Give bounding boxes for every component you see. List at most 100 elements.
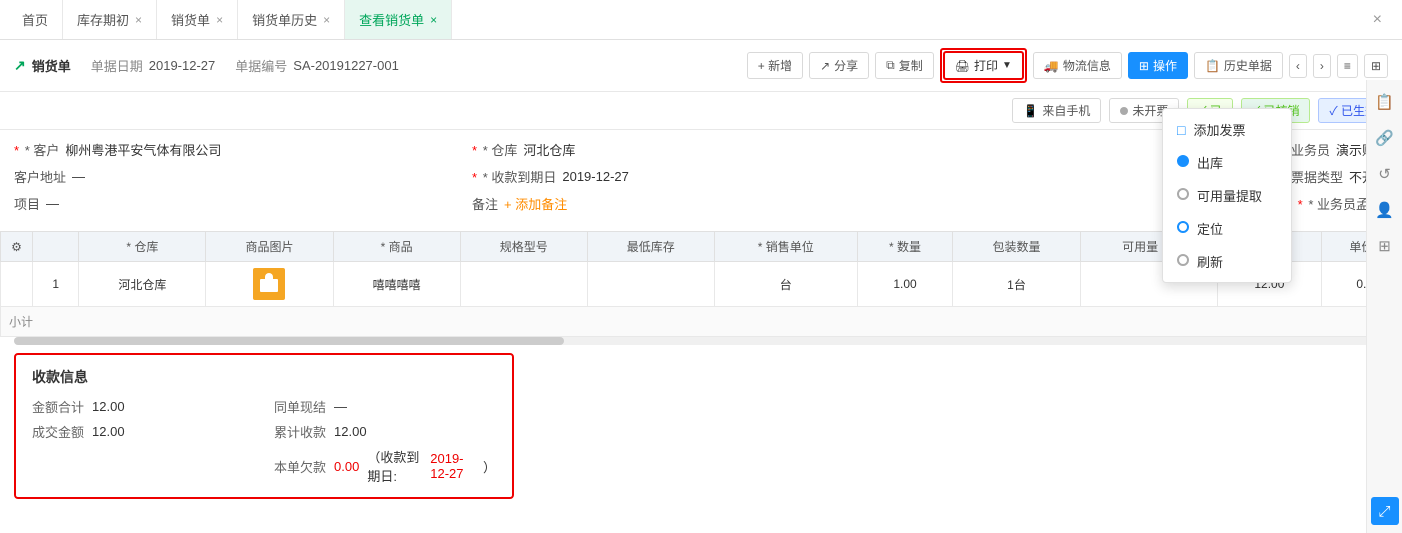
- share-icon: ↗: [820, 59, 830, 73]
- outbound-icon: [1177, 155, 1189, 170]
- operate-button[interactable]: ⊞ 操作: [1128, 52, 1188, 79]
- print-icon: 🖨: [955, 59, 970, 73]
- tab-home[interactable]: 首页: [8, 0, 63, 39]
- sidebar-icon-expand[interactable]: ⤢: [1371, 497, 1399, 525]
- payment-title: 收款信息: [32, 367, 496, 387]
- col-warehouse: * 仓库: [79, 232, 206, 262]
- address-value: —: [72, 169, 85, 184]
- subtotal-row: 小计: [1, 307, 1402, 337]
- total-amount-value: 12.00: [92, 399, 125, 414]
- col-gear[interactable]: ⚙: [1, 232, 33, 262]
- sales-order-icon: ↗: [14, 57, 26, 74]
- col-no: [33, 232, 79, 262]
- add-invoice-icon: □: [1177, 122, 1185, 138]
- sidebar-icon-user[interactable]: 👤: [1371, 196, 1399, 224]
- sidebar-icon-grid[interactable]: ⊞: [1371, 232, 1399, 260]
- product-thumbnail: [253, 268, 285, 300]
- sidebar-icon-refresh[interactable]: ↺: [1371, 160, 1399, 188]
- copy-button[interactable]: ⧉ 复制: [875, 52, 934, 79]
- payment-info-box: 收款信息 金额合计 12.00 同单现结 — 成交金额 12.00 累计收款 1…: [14, 353, 514, 499]
- col-unit: * 销售单位: [714, 232, 857, 262]
- transaction-value: 12.00: [92, 424, 125, 439]
- truck-icon: 🚚: [1044, 59, 1059, 73]
- outstanding-date: 2019-12-27: [430, 451, 475, 481]
- refresh-menu-item[interactable]: 刷新: [1163, 245, 1291, 278]
- locate-icon: [1177, 221, 1189, 236]
- settlement-value: —: [334, 399, 347, 414]
- collected-value: 12.00: [334, 424, 367, 439]
- settlement-item: 同单现结 —: [274, 397, 496, 416]
- doc-title: ↗ 销货单: [14, 56, 71, 75]
- col-spec: 规格型号: [460, 232, 587, 262]
- tab-view-sales-close[interactable]: ×: [430, 13, 437, 27]
- history-button[interactable]: 📋 历史单据: [1194, 52, 1283, 79]
- outbound-menu-item[interactable]: 出库: [1163, 146, 1291, 179]
- share-button[interactable]: ↗ 分享: [809, 52, 869, 79]
- address-field: 客户地址 —: [14, 167, 472, 186]
- logistics-button[interactable]: 🚚 物流信息: [1033, 52, 1122, 79]
- doc-type-label: 销货单: [32, 56, 71, 75]
- tab-sales[interactable]: 销货单 ×: [157, 0, 238, 39]
- collected-item: 累计收款 12.00: [274, 422, 496, 441]
- doc-date-field: 单据日期 2019-12-27: [91, 56, 216, 75]
- payment-grid: 金额合计 12.00 同单现结 — 成交金额 12.00 累计收款 12.00 …: [32, 397, 496, 485]
- salesperson2-field: * * 业务员孟 —: [930, 194, 1388, 213]
- prev-button[interactable]: ‹: [1289, 54, 1307, 78]
- salesperson-field: 业务员 演示账号: [930, 140, 1388, 159]
- col-qty: * 数量: [857, 232, 953, 262]
- refresh-icon: [1177, 254, 1189, 269]
- project-value: —: [46, 196, 59, 211]
- locate-menu-item[interactable]: 定位: [1163, 212, 1291, 245]
- tab-bar: 首页 库存期初 × 销货单 × 销货单历史 × 查看销货单 × ×: [0, 0, 1402, 40]
- from-phone-button[interactable]: 📱 来自手机: [1012, 98, 1101, 123]
- doc-number-field: 单据编号 SA-20191227-001: [235, 56, 399, 75]
- doc-actions: + 新增 ↗ 分享 ⧉ 复制 🖨 打印 ▼ 🚚 物流信息: [747, 48, 1388, 83]
- customer-field: * * 客户 柳州粤港平安气体有限公司: [14, 140, 472, 159]
- print-highlight-box: 🖨 打印 ▼: [940, 48, 1027, 83]
- right-sidebar: 📋 🔗 ↺ 👤 ⊞ ⤢: [1366, 80, 1402, 533]
- not-invoiced-dot: [1120, 107, 1128, 115]
- outstanding-item: 本单欠款 0.00 （收款到期日: 2019-12-27 ）: [274, 447, 496, 485]
- grid-view2-button[interactable]: ⊞: [1364, 54, 1388, 78]
- col-image: 商品图片: [206, 232, 333, 262]
- history-icon: 📋: [1205, 59, 1220, 73]
- col-product: * 商品: [333, 232, 460, 262]
- print-dropdown-icon: ▼: [1002, 60, 1012, 71]
- copy-icon: ⧉: [886, 58, 895, 73]
- total-amount-item: 金额合计 12.00: [32, 397, 254, 416]
- ticket-type-field: * * 票据类型 不开票: [930, 167, 1388, 186]
- new-button[interactable]: + 新增: [747, 52, 803, 79]
- tab-sales-history[interactable]: 销货单历史 ×: [238, 0, 345, 39]
- col-package-qty: 包装数量: [953, 232, 1080, 262]
- tab-inventory[interactable]: 库存期初 ×: [63, 0, 157, 39]
- available-qty-icon: [1177, 188, 1189, 203]
- add-invoice-menu-item[interactable]: □ 添加发票: [1163, 113, 1291, 146]
- available-qty-menu-item[interactable]: 可用量提取: [1163, 179, 1291, 212]
- col-min-stock: 最低库存: [587, 232, 714, 262]
- add-note-button[interactable]: + 添加备注: [504, 194, 567, 213]
- warehouse-value: 河北仓库: [523, 140, 575, 159]
- operate-icon: ⊞: [1139, 59, 1149, 73]
- tab-inventory-close[interactable]: ×: [135, 13, 142, 27]
- main-content: ↗ 销货单 单据日期 2019-12-27 单据编号 SA-20191227-0…: [0, 40, 1402, 533]
- customer-value: 柳州粤港平安气体有限公司: [65, 140, 221, 159]
- outstanding-value: 0.00: [334, 459, 359, 474]
- table-scrollbar[interactable]: [14, 337, 1388, 345]
- operate-dropdown-menu: □ 添加发票 出库 可用量提取 定位 刷新: [1162, 108, 1292, 283]
- due-date-field: * * 收款到期日 2019-12-27: [472, 167, 930, 186]
- transaction-item: 成交金额 12.00: [32, 422, 254, 441]
- tab-view-sales[interactable]: 查看销货单 ×: [345, 0, 452, 39]
- tab-sales-history-close[interactable]: ×: [323, 13, 330, 27]
- due-date-value: 2019-12-27: [562, 169, 629, 184]
- scroll-thumb: [14, 337, 564, 345]
- sidebar-icon-doc[interactable]: 📋: [1371, 88, 1399, 116]
- window-close-button[interactable]: ×: [1361, 11, 1394, 29]
- phone-icon: 📱: [1023, 104, 1038, 118]
- warehouse-field: * * 仓库 河北仓库: [472, 140, 930, 159]
- print-button[interactable]: 🖨 打印 ▼: [943, 51, 1024, 80]
- next-button[interactable]: ›: [1313, 54, 1331, 78]
- sidebar-icon-link[interactable]: 🔗: [1371, 124, 1399, 152]
- tab-sales-close[interactable]: ×: [216, 13, 223, 27]
- grid-view1-button[interactable]: ≡: [1337, 54, 1358, 78]
- project-field: 项目 —: [14, 194, 472, 213]
